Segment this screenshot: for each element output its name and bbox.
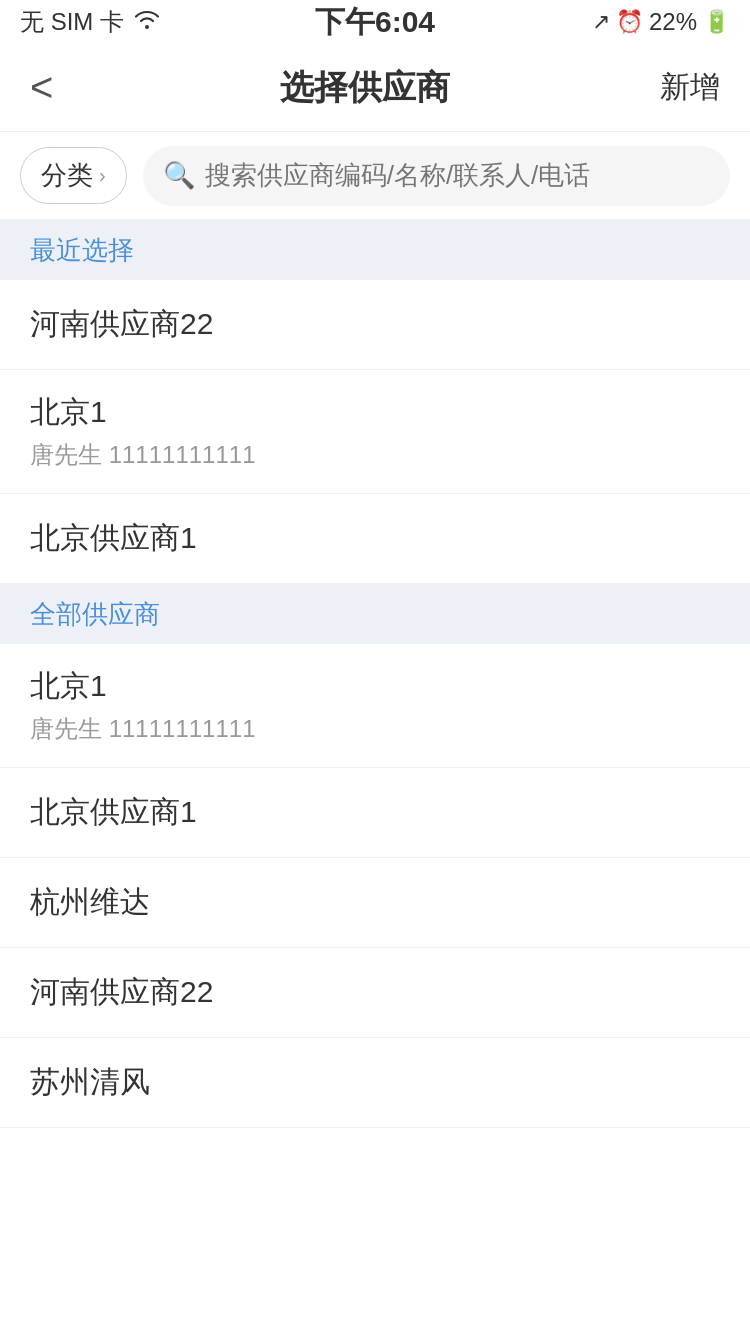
recent-section-header: 最近选择 <box>0 220 750 280</box>
list-item[interactable]: 北京1 唐先生 11111111111 <box>0 370 750 494</box>
supplier-sub: 唐先生 11111111111 <box>30 713 720 745</box>
supplier-name: 北京供应商1 <box>30 518 720 559</box>
list-item[interactable]: 苏州清风 <box>0 1038 750 1128</box>
location-icon: ↗ <box>592 9 610 35</box>
all-list: 北京1 唐先生 11111111111 北京供应商1 杭州维达河南供应商22 苏州清风 <box>0 644 750 1128</box>
list-item[interactable]: 北京1 唐先生 11111111111 <box>0 644 750 768</box>
list-item[interactable]: 北京供应商1 <box>0 494 750 584</box>
all-section-label: 全部供应商 <box>30 597 160 632</box>
supplier-name: 北京供应商1 <box>30 792 720 833</box>
supplier-name: 苏州清风 <box>30 1062 720 1103</box>
back-button[interactable]: < <box>30 65 90 110</box>
category-button[interactable]: 分类 › <box>20 147 127 204</box>
recent-section-label: 最近选择 <box>30 233 134 268</box>
recent-list: 河南供应商22 北京1 唐先生 11111111111 北京供应商1 <box>0 280 750 584</box>
supplier-name: 杭州维达 <box>30 882 720 923</box>
carrier-text: 无 SIM 卡 <box>20 6 124 38</box>
search-input[interactable] <box>205 160 710 191</box>
new-button[interactable]: 新增 <box>640 67 720 108</box>
status-left: 无 SIM 卡 <box>20 6 162 38</box>
supplier-name: 北京1 <box>30 392 720 433</box>
list-item[interactable]: 河南供应商22 <box>0 948 750 1038</box>
status-time: 下午6:04 <box>315 2 435 43</box>
supplier-sub: 唐先生 11111111111 <box>30 439 720 471</box>
supplier-name: 河南供应商22 <box>30 972 720 1013</box>
chevron-right-icon: › <box>99 164 106 187</box>
nav-bar: < 选择供应商 新增 <box>0 44 750 132</box>
supplier-name: 北京1 <box>30 666 720 707</box>
search-box[interactable]: 🔍 <box>143 146 730 206</box>
list-item[interactable]: 杭州维达 <box>0 858 750 948</box>
battery-text: 22% <box>649 8 697 36</box>
supplier-name: 河南供应商22 <box>30 304 720 345</box>
wifi-icon <box>132 8 162 36</box>
all-section-header: 全部供应商 <box>0 584 750 644</box>
battery-icon: 🔋 <box>703 9 730 35</box>
filter-bar: 分类 › 🔍 <box>0 132 750 220</box>
status-bar: 无 SIM 卡 下午6:04 ↗ ⏰ 22% 🔋 <box>0 0 750 44</box>
search-icon: 🔍 <box>163 160 195 191</box>
list-item[interactable]: 北京供应商1 <box>0 768 750 858</box>
category-label: 分类 <box>41 158 93 193</box>
list-item[interactable]: 河南供应商22 <box>0 280 750 370</box>
status-right: ↗ ⏰ 22% 🔋 <box>592 8 730 36</box>
page-title: 选择供应商 <box>90 65 640 111</box>
alarm-icon: ⏰ <box>616 9 643 35</box>
